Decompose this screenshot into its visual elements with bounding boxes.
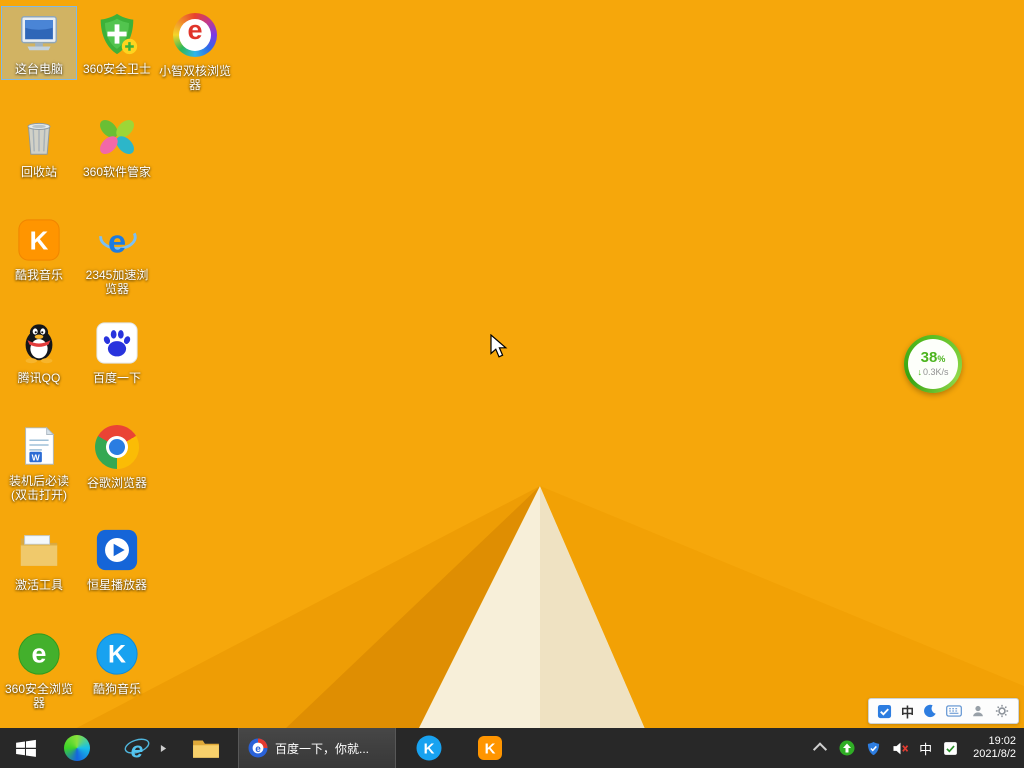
ime-toolbar: 中 xyxy=(867,698,1019,724)
desktop-icon-baidu[interactable]: 百度一下 xyxy=(79,315,155,389)
icon-label: 装机后必读(双击打开) xyxy=(8,474,69,502)
icon-label: 激活工具 xyxy=(14,578,63,592)
taskbar-kugou-button[interactable]: K xyxy=(406,728,452,768)
download-arrow-icon: ↓ xyxy=(917,367,922,377)
readme-document-icon: W xyxy=(15,423,63,471)
svg-text:K: K xyxy=(424,741,435,758)
system-tray: 中 19:02 2021/8/2 xyxy=(811,728,1024,768)
360-sphere-icon xyxy=(64,735,90,761)
taskbar-kuwo-button[interactable]: K xyxy=(467,728,513,768)
svg-text:e: e xyxy=(255,744,261,755)
kuwo-k-glyph: K xyxy=(30,228,49,256)
widget-speed: 0.3K/s xyxy=(922,367,949,377)
icon-label: 360安全卫士 xyxy=(82,62,152,76)
tray-checkbox-icon[interactable] xyxy=(942,740,959,757)
ie-jumplist-arrow-icon[interactable] xyxy=(157,728,169,768)
widget-face: 38% ↓0.3K/s xyxy=(908,339,958,389)
icon-label: 酷我音乐 xyxy=(14,268,63,282)
tray-update-up-icon[interactable] xyxy=(838,740,855,757)
desktop-icon-360-manager[interactable]: 360软件管家 xyxy=(79,109,155,183)
desktop-icon-360-security[interactable]: 360安全卫士 xyxy=(79,6,155,80)
desktop-icon-qq[interactable]: 腾讯QQ xyxy=(1,315,77,389)
icon-label: 360软件管家 xyxy=(82,165,152,179)
desktop-icon-this-pc[interactable]: 这台电脑 xyxy=(1,6,77,80)
recycle-bin-icon xyxy=(15,114,63,162)
xiaozhi-e-glyph: e xyxy=(187,15,203,45)
desktop-icon-xiaozhi-browser[interactable]: e 小智双核浏览器 xyxy=(157,6,233,96)
tray-volume-muted-icon[interactable] xyxy=(892,740,909,757)
kugou-icon: K xyxy=(416,735,442,761)
tray-date: 2021/8/2 xyxy=(973,748,1016,760)
qq-penguin-icon xyxy=(15,320,63,368)
ime-user-icon[interactable] xyxy=(970,703,986,719)
desktop-icon-360-browser[interactable]: e 360安全浏览器 xyxy=(1,626,77,714)
icon-label: 谷歌浏览器 xyxy=(86,476,147,490)
kuwo-icon: K xyxy=(478,736,502,760)
star-player-icon xyxy=(93,527,141,575)
kuwo-music-icon: K xyxy=(15,217,63,265)
widget-percent-sign: % xyxy=(937,354,946,364)
icon-label: 360安全浏览器 xyxy=(4,682,74,710)
taskbar-baidu-window-button[interactable]: e 百度一下，你就... xyxy=(238,728,396,768)
desktop-icon-2345-browser[interactable]: e 2345加速浏览器 xyxy=(79,212,155,300)
desktop-icon-readme[interactable]: W 装机后必读(双击打开) xyxy=(1,418,77,506)
tray-time: 19:02 xyxy=(988,735,1016,747)
tray-security-shield-icon[interactable] xyxy=(865,740,882,757)
ime-halfwidth-moon-icon[interactable] xyxy=(922,703,938,719)
readme-w-glyph: W xyxy=(32,452,41,462)
kugou-music-icon: K xyxy=(93,631,141,679)
2345-e-glyph: e xyxy=(108,223,126,259)
ie-icon: e xyxy=(124,737,150,762)
desktop-icon-star-player[interactable]: 恒星播放器 xyxy=(79,522,155,596)
windows-logo-icon xyxy=(16,739,36,757)
taskbar-explorer-button[interactable] xyxy=(184,728,228,768)
360-browser-e-glyph: e xyxy=(32,639,47,669)
desktop-icon-kuwo[interactable]: K 酷我音乐 xyxy=(1,212,77,286)
icon-label: 百度一下 xyxy=(92,371,141,385)
taskbar: e e 百度一下，你就... K K 中 19:02 2021/8/2 xyxy=(0,728,1024,768)
desktop-icon-chrome[interactable]: 谷歌浏览器 xyxy=(79,416,155,494)
xiaozhi-browser-icon: e xyxy=(171,13,219,61)
360-software-manager-icon xyxy=(93,114,141,162)
chrome-icon xyxy=(86,416,148,478)
icon-label: 腾讯QQ xyxy=(17,371,61,385)
this-pc-icon xyxy=(15,11,63,59)
tray-expand-icon[interactable] xyxy=(811,740,828,757)
2345-browser-icon: e xyxy=(93,217,141,265)
icon-label: 酷狗音乐 xyxy=(92,682,141,696)
svg-text:e: e xyxy=(131,737,143,762)
tray-clock[interactable]: 19:02 2021/8/2 xyxy=(973,735,1016,761)
browser-window-icon: e xyxy=(248,738,268,758)
tray-language-indicator[interactable]: 中 xyxy=(919,739,932,758)
network-speed-widget[interactable]: 38% ↓0.3K/s xyxy=(904,335,962,393)
icon-label: 回收站 xyxy=(20,165,57,179)
svg-text:K: K xyxy=(485,741,496,758)
widget-percent: 38 xyxy=(920,349,938,366)
desktop-icon-activation-tool[interactable]: 激活工具 xyxy=(1,522,77,596)
kugou-k-glyph: K xyxy=(108,641,126,669)
desktop-icon-recycle-bin[interactable]: 回收站 xyxy=(1,109,77,183)
ime-status-check-icon[interactable] xyxy=(877,703,893,719)
ime-settings-gear-icon[interactable] xyxy=(994,703,1010,719)
task-button-label: 百度一下，你就... xyxy=(275,741,370,756)
ime-keyboard-icon[interactable] xyxy=(946,703,962,719)
folder-explorer-icon xyxy=(193,740,219,758)
baidu-paw-icon xyxy=(93,320,141,368)
icon-label: 2345加速浏览器 xyxy=(85,268,149,296)
desktop-icon-kugou[interactable]: K 酷狗音乐 xyxy=(79,626,155,700)
360-browser-icon: e xyxy=(15,631,63,679)
folder-icon xyxy=(15,527,63,575)
taskbar-ie-button[interactable]: e xyxy=(115,728,159,768)
360-security-icon xyxy=(93,11,141,59)
icon-label: 这台电脑 xyxy=(14,62,63,76)
start-button[interactable] xyxy=(0,728,52,768)
icon-label: 小智双核浏览器 xyxy=(158,64,231,92)
ime-language-toggle[interactable]: 中 xyxy=(901,703,914,720)
icon-label: 恒星播放器 xyxy=(86,578,147,592)
taskbar-360-button[interactable] xyxy=(55,728,99,768)
